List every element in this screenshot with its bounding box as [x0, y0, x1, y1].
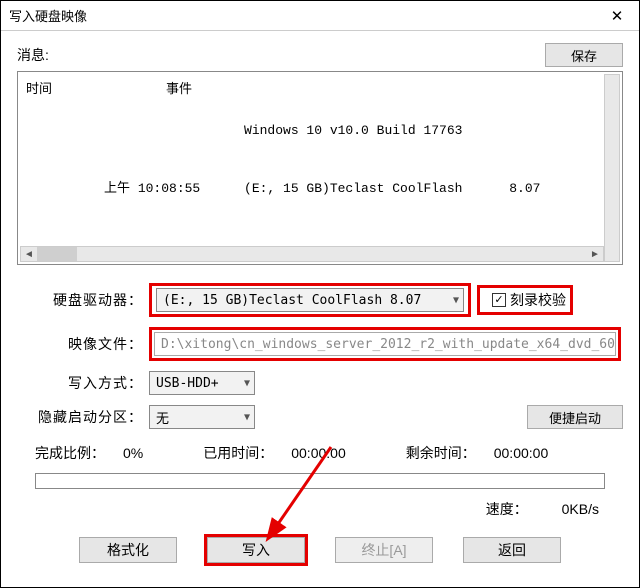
abort-button[interactable]: 终止[A]	[335, 537, 433, 563]
speed-value: 0KB/s	[562, 501, 599, 517]
scroll-right-icon: ►	[587, 247, 603, 261]
scroll-thumb[interactable]	[37, 247, 77, 261]
hide-boot-value: 无	[156, 408, 169, 427]
info-header-row: 消息: 保存	[17, 43, 623, 67]
verify-highlight: ✓ 刻录校验	[477, 285, 573, 315]
log-row: 上午 10:08:55(E:, 15 GB)Teclast CoolFlash …	[26, 160, 614, 219]
drive-value: (E:, 15 GB)Teclast CoolFlash 8.07	[163, 293, 421, 308]
row-write-method: 写入方式： USB-HDD+ ▼	[17, 371, 623, 395]
chevron-down-icon: ▼	[244, 378, 250, 389]
drive-highlight: (E:, 15 GB)Teclast CoolFlash 8.07 ▼	[149, 283, 471, 317]
horizontal-scrollbar[interactable]: ◄ ►	[20, 246, 604, 262]
row-hide-boot: 隐藏启动分区： 无 ▼ 便捷启动	[17, 405, 623, 429]
elapsed-label: 已用时间：	[203, 443, 273, 463]
info-label: 消息:	[17, 45, 49, 65]
log-body: Windows 10 v10.0 Build 17763 上午 10:08:55…	[18, 99, 622, 220]
vertical-scrollbar[interactable]	[604, 74, 620, 262]
log-headers: 时间 事件	[18, 72, 622, 99]
row-drive: 硬盘驱动器： (E:, 15 GB)Teclast CoolFlash 8.07…	[17, 283, 623, 317]
write-method-value: USB-HDD+	[156, 376, 219, 391]
chevron-down-icon: ▼	[453, 295, 459, 306]
chevron-down-icon: ▼	[244, 412, 250, 423]
drive-combobox[interactable]: (E:, 15 GB)Teclast CoolFlash 8.07 ▼	[156, 288, 464, 312]
image-file-label: 映像文件：	[17, 334, 149, 354]
image-file-input[interactable]: D:\xitong\cn_windows_server_2012_r2_with…	[154, 332, 616, 356]
speed-label: 速度：	[486, 501, 528, 517]
window-title: 写入硬盘映像	[9, 6, 87, 25]
log-event: Windows 10 v10.0 Build 17763	[244, 123, 462, 138]
form-area: 硬盘驱动器： (E:, 15 GB)Teclast CoolFlash 8.07…	[17, 283, 623, 429]
write-method-label: 写入方式：	[17, 373, 149, 393]
percent-segment: 完成比例： 0%	[35, 443, 143, 463]
percent-label: 完成比例：	[35, 443, 105, 463]
verify-label: 刻录校验	[510, 290, 566, 310]
log-row: Windows 10 v10.0 Build 17763	[26, 101, 614, 160]
hide-boot-combobox[interactable]: 无 ▼	[149, 405, 255, 429]
log-time: 上午 10:08:55	[104, 179, 244, 199]
format-button[interactable]: 格式化	[79, 537, 177, 563]
remaining-value: 00:00:00	[494, 445, 549, 461]
status-row: 完成比例： 0% 已用时间： 00:00:00 剩余时间： 00:00:00	[17, 443, 623, 463]
close-button[interactable]: ✕	[595, 1, 639, 31]
dialog-window: 写入硬盘映像 ✕ 消息: 保存 时间 事件 Windows 10 v10.0 B…	[0, 0, 640, 588]
save-button[interactable]: 保存	[545, 43, 623, 67]
verify-checkbox[interactable]: ✓ 刻录校验	[492, 290, 566, 310]
row-image-file: 映像文件： D:\xitong\cn_windows_server_2012_r…	[17, 327, 623, 361]
write-button[interactable]: 写入	[207, 537, 305, 563]
titlebar: 写入硬盘映像 ✕	[1, 1, 639, 31]
elapsed-segment: 已用时间： 00:00:00	[203, 443, 346, 463]
log-event: (E:, 15 GB)Teclast CoolFlash 8.07	[244, 181, 540, 196]
quick-boot-button[interactable]: 便捷启动	[527, 405, 623, 429]
percent-value: 0%	[123, 445, 143, 461]
write-method-combobox[interactable]: USB-HDD+ ▼	[149, 371, 255, 395]
back-button[interactable]: 返回	[463, 537, 561, 563]
col-time-header: 时间	[26, 78, 166, 97]
speed-row: 速度： 0KB/s	[17, 499, 623, 519]
remaining-label: 剩余时间：	[406, 443, 476, 463]
image-file-highlight: D:\xitong\cn_windows_server_2012_r2_with…	[149, 327, 621, 361]
scroll-left-icon: ◄	[21, 247, 37, 261]
hide-boot-label: 隐藏启动分区：	[17, 407, 149, 427]
image-file-value: D:\xitong\cn_windows_server_2012_r2_with…	[161, 337, 616, 352]
log-box: 时间 事件 Windows 10 v10.0 Build 17763 上午 10…	[17, 71, 623, 265]
drive-label: 硬盘驱动器：	[17, 290, 149, 310]
checkbox-icon: ✓	[492, 293, 506, 307]
action-row: 格式化 写入 终止[A] 返回	[17, 537, 623, 563]
elapsed-value: 00:00:00	[291, 445, 346, 461]
col-event-header: 事件	[166, 78, 614, 97]
content-area: 消息: 保存 时间 事件 Windows 10 v10.0 Build 1776…	[1, 31, 639, 571]
close-icon: ✕	[611, 7, 624, 25]
remaining-segment: 剩余时间： 00:00:00	[406, 443, 549, 463]
progress-bar	[35, 473, 605, 489]
